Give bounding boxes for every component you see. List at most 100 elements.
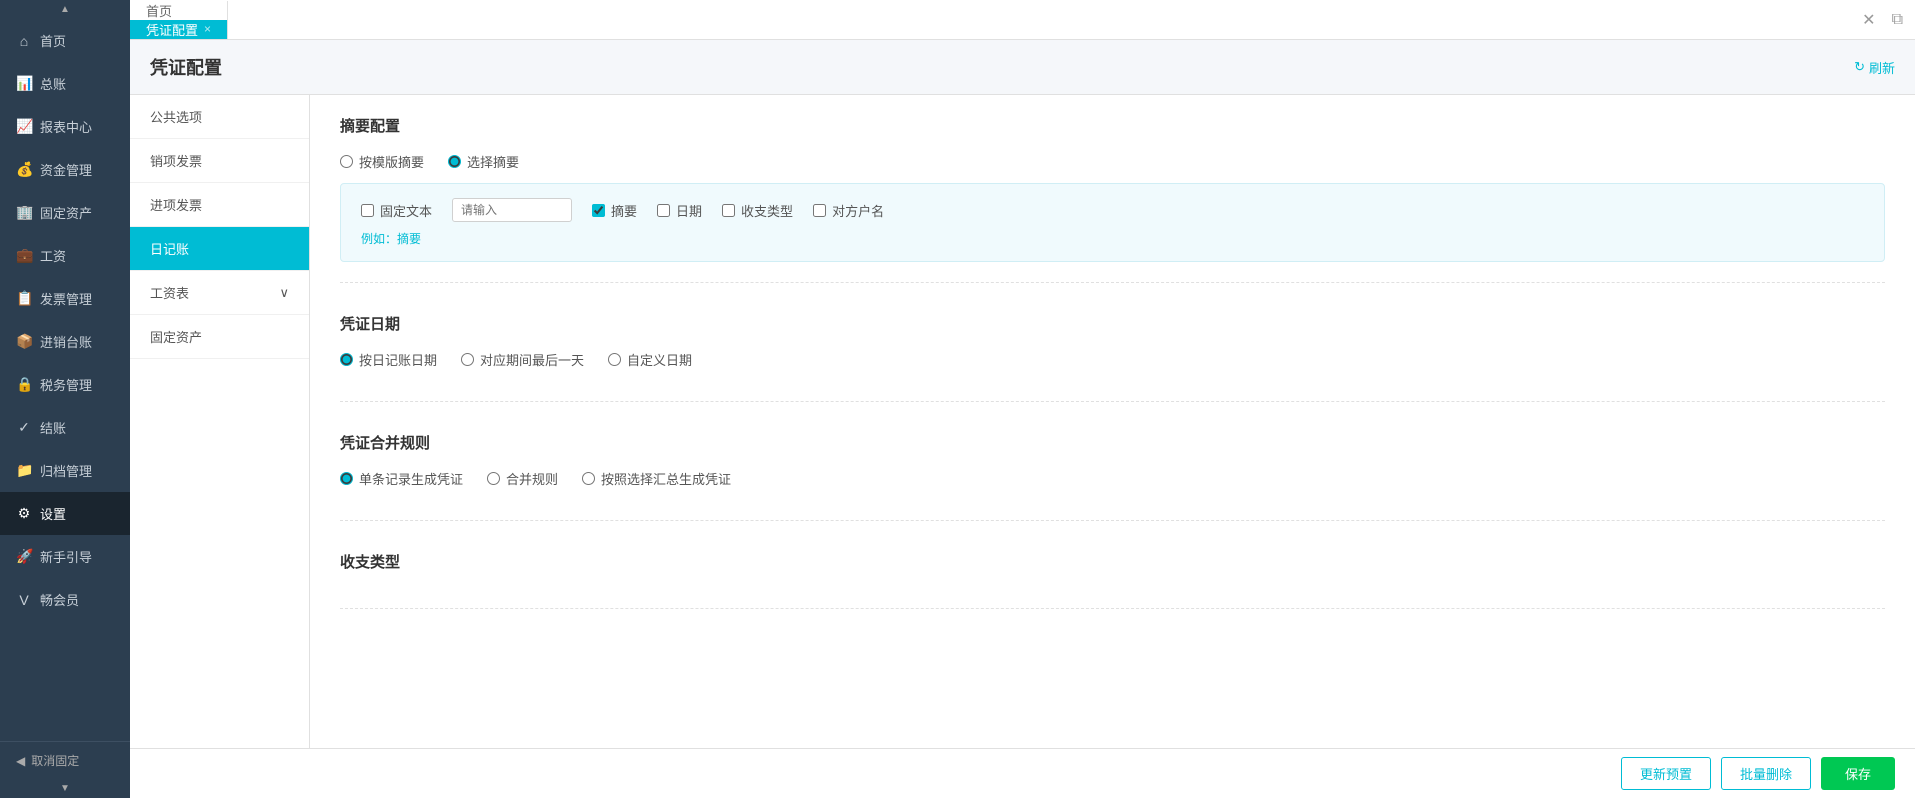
page-header: 凭证配置 ↻ 刷新 [130,40,1915,95]
left-nav-purchase[interactable]: 进项发票 [130,183,309,227]
radio-merge-rule-input[interactable] [487,472,500,485]
tax-icon: 🔒 [16,376,32,393]
summary-config-box: 固定文本 摘要 日期 [340,183,1885,262]
tab-voucher-tab[interactable]: 凭证配置× [130,20,228,39]
refresh-icon: ↻ [1854,59,1865,75]
sidebar-item-close[interactable]: ✓ 结账 [0,406,130,449]
sidebar-scroll-down[interactable]: ▼ [0,779,130,798]
guide-icon: 🚀 [16,548,32,565]
close-icon: ✓ [16,419,32,436]
purchase-icon: 📦 [16,333,32,350]
radio-custom-date-input[interactable] [608,353,621,366]
batch-delete-button[interactable]: 批量删除 [1721,757,1811,790]
sidebar-label-guide: 新手引导 [40,547,92,566]
radio-select-merge[interactable]: 按照选择汇总生成凭证 [582,469,731,488]
sidebar-label-close: 结账 [40,418,66,437]
sidebar-item-fund[interactable]: 💰资金管理 [0,148,130,191]
tab-bar-actions: ✕ ⧉ [1858,6,1915,34]
radio-last-day-input[interactable] [461,353,474,366]
sidebar-label-fund: 资金管理 [40,160,92,179]
right-content: 摘要配置 按模版摘要 选择摘要 [310,95,1915,748]
sidebar-label-assets: 固定资产 [40,203,92,222]
radio-template-summary-input[interactable] [340,155,353,168]
report-icon: 📈 [16,118,32,135]
checkbox-counterpart[interactable]: 对方户名 [813,201,884,220]
checkbox-counterpart-input[interactable] [813,204,826,217]
tab-home-tab[interactable]: 首页 [130,1,228,20]
refresh-button[interactable]: ↻ 刷新 [1854,58,1895,77]
sidebar-item-salary[interactable]: 💼工资 [0,234,130,277]
merge-title: 凭证合并规则 [340,432,1885,453]
radio-template-summary-label: 按模版摘要 [359,152,424,171]
checkbox-income-type-label: 收支类型 [741,201,793,220]
sidebar-label-tax: 税务管理 [40,375,92,394]
left-nav-journal[interactable]: 日记账 [130,227,309,271]
save-button[interactable]: 保存 [1821,757,1895,790]
radio-template-summary[interactable]: 按模版摘要 [340,152,424,171]
invoice-icon: 📋 [16,290,32,307]
sidebar-item-member[interactable]: V畅会员 [0,578,130,621]
sidebar-label-invoice: 发票管理 [40,289,92,308]
salary-icon: 💼 [16,247,32,264]
radio-custom-date[interactable]: 自定义日期 [608,350,692,369]
left-nav-public[interactable]: 公共选项 [130,95,309,139]
radio-journal-date-label: 按日记账日期 [359,350,437,369]
settings-icon: ⚙ [16,505,32,522]
checkbox-summary-input[interactable] [592,204,605,217]
refresh-label: 刷新 [1869,58,1895,77]
sidebar-item-invoice[interactable]: 📋 发票管理 [0,277,130,320]
left-nav-payroll[interactable]: 工资表∨ [130,271,309,315]
radio-journal-date[interactable]: 按日记账日期 [340,350,437,369]
sidebar-label-archive: 归档管理 [40,461,92,480]
checkbox-date[interactable]: 日期 [657,201,702,220]
checkbox-fixed-text-input[interactable] [361,204,374,217]
content-area: 公共选项销项发票进项发票日记账工资表∨固定资产 摘要配置 按模版摘要 选择摘要 [130,95,1915,748]
chevron-down-icon: ∨ [279,285,289,301]
ledger-icon: 📊 [16,75,32,92]
sidebar-unpin[interactable]: ◀ 取消固定 [0,741,130,779]
checkbox-summary[interactable]: 摘要 [592,201,637,220]
radio-select-summary[interactable]: 选择摘要 [448,152,519,171]
merge-radio-group: 单条记录生成凭证 合并规则 按照选择汇总生成凭证 [340,469,1885,488]
checkbox-income-type[interactable]: 收支类型 [722,201,793,220]
sidebar-label-purchase: 进销台账 [40,332,92,351]
radio-single-input[interactable] [340,472,353,485]
sidebar-item-archive[interactable]: 📁归档管理 [0,449,130,492]
radio-last-day-label: 对应期间最后一天 [480,350,584,369]
sidebar-label-ledger: 总账 [40,74,66,93]
left-nav-label-public: 公共选项 [150,107,202,126]
left-nav: 公共选项销项发票进项发票日记账工资表∨固定资产 [130,95,310,748]
maximize-btn[interactable]: ⧉ [1888,7,1907,33]
checkbox-fixed-text-label: 固定文本 [380,201,432,220]
left-nav-fixed_assets[interactable]: 固定资产 [130,315,309,359]
radio-select-merge-input[interactable] [582,472,595,485]
checkbox-income-type-input[interactable] [722,204,735,217]
tab-label-home-tab: 首页 [146,1,172,20]
sidebar-item-guide[interactable]: 🚀 新手引导 [0,535,130,578]
tab-close-voucher-tab[interactable]: × [204,22,211,36]
radio-select-summary-input[interactable] [448,155,461,168]
sidebar-item-tax[interactable]: 🔒 税务管理 [0,363,130,406]
sidebar-scroll-up[interactable]: ▲ [0,0,130,19]
income-type-section: 收支类型 [340,551,1885,609]
checkbox-summary-label: 摘要 [611,201,637,220]
date-radio-group: 按日记账日期 对应期间最后一天 自定义日期 [340,350,1885,369]
sidebar-item-home[interactable]: ⌂首页 [0,19,130,62]
checkbox-fixed-text[interactable]: 固定文本 [361,201,432,220]
radio-single[interactable]: 单条记录生成凭证 [340,469,463,488]
sidebar-item-assets[interactable]: 🏢固定资产 [0,191,130,234]
update-preview-button[interactable]: 更新预置 [1621,757,1711,790]
sidebar-item-report[interactable]: 📈报表中心 [0,105,130,148]
close-window-btn[interactable]: ✕ [1858,6,1879,34]
member-icon: V [16,592,32,608]
checkbox-date-input[interactable] [657,204,670,217]
radio-merge-rule[interactable]: 合并规则 [487,469,558,488]
left-nav-sales[interactable]: 销项发票 [130,139,309,183]
radio-journal-date-input[interactable] [340,353,353,366]
sidebar-item-purchase[interactable]: 📦 进销台账 [0,320,130,363]
bottom-bar: 更新预置 批量删除 保存 [130,748,1915,798]
sidebar-item-settings[interactable]: ⚙设置 [0,492,130,535]
radio-last-day[interactable]: 对应期间最后一天 [461,350,584,369]
fixed-text-input[interactable] [452,198,572,222]
sidebar-item-ledger[interactable]: 📊 总账 [0,62,130,105]
